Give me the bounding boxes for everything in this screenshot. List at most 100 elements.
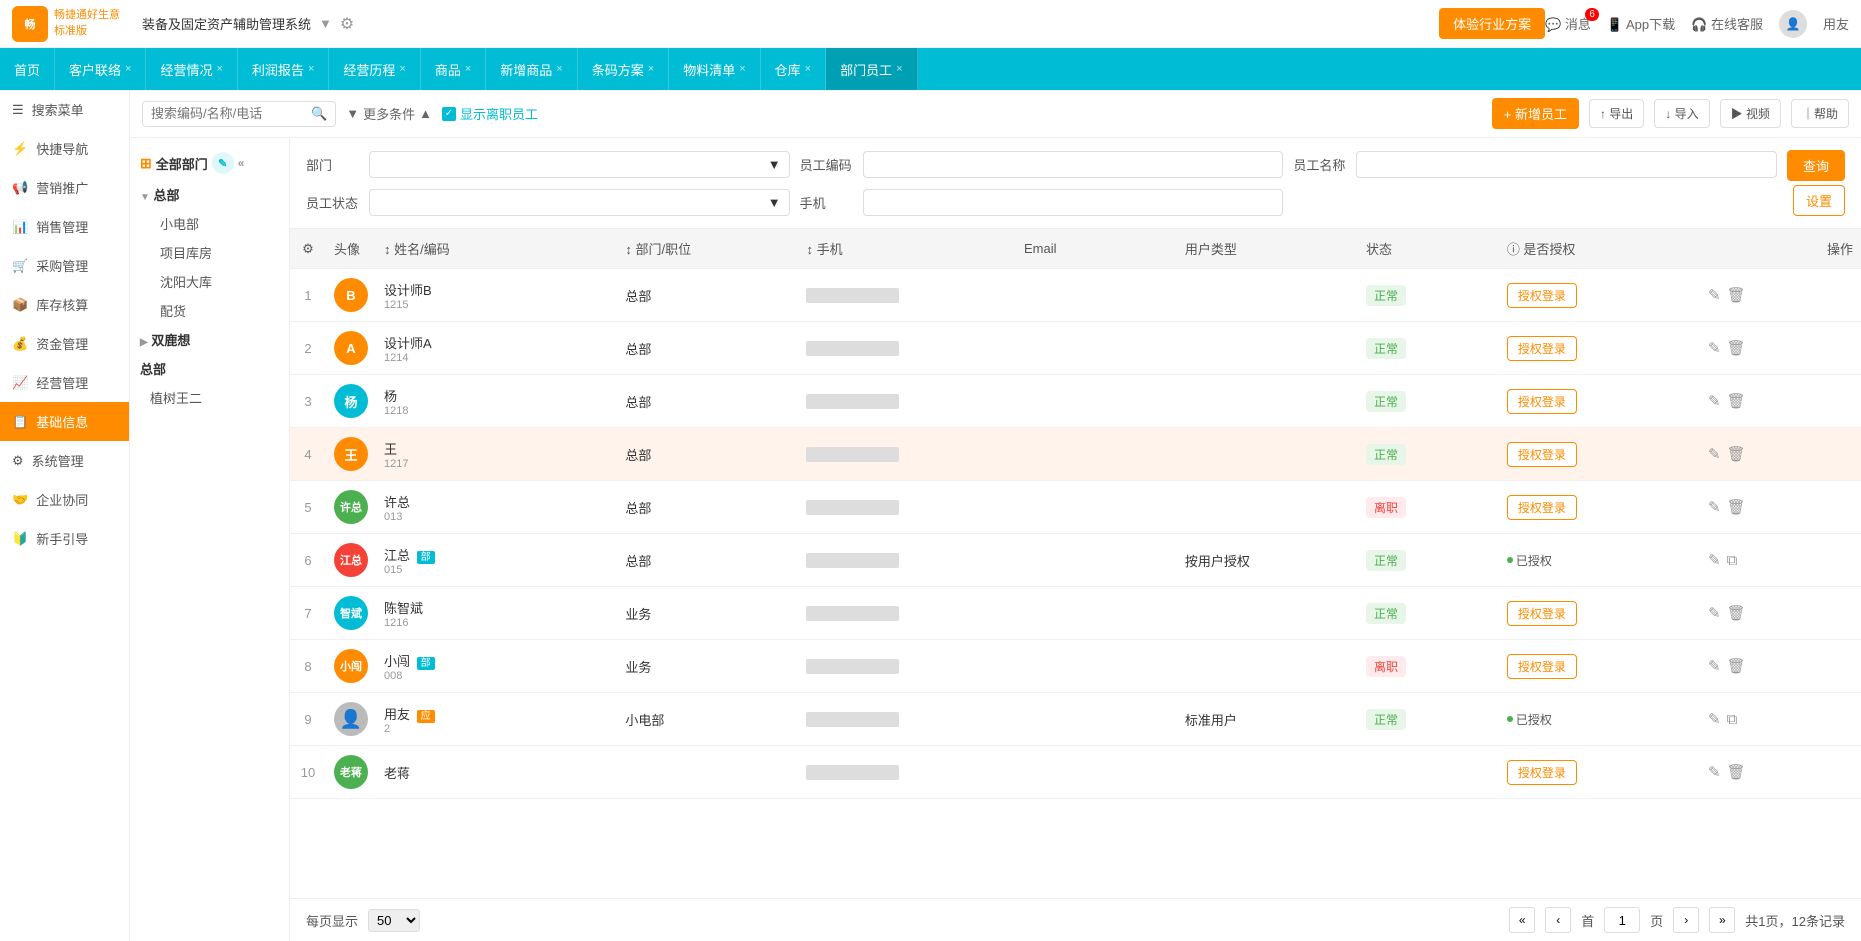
status-select[interactable]: ▼ [369, 189, 790, 216]
filter-btn[interactable]: ▼ 更多条件 ▲ [346, 104, 432, 123]
auth-btn[interactable]: 授权登录 [1507, 760, 1577, 785]
sidebar-item-inventory[interactable]: 📦 库存核算 [0, 285, 129, 324]
auth-btn[interactable]: 授权登录 [1507, 389, 1577, 414]
dept-item-zongbu2[interactable]: 总部 [130, 354, 289, 383]
add-employee-button[interactable]: + 新增员工 [1492, 98, 1579, 129]
video-button[interactable]: ▶ 视频 [1720, 99, 1781, 128]
page-size-select[interactable]: 50 100 [368, 909, 420, 932]
nav-tab-journey[interactable]: 经营历程 × [329, 48, 420, 90]
auth-btn[interactable]: 授权登录 [1507, 336, 1577, 361]
col-dept[interactable]: ↕ 部门/职位 [617, 229, 798, 269]
empname-input[interactable] [1356, 151, 1777, 178]
trial-button[interactable]: 体验行业方案 [1439, 8, 1545, 39]
sidebar-item-system[interactable]: ⚙ 系统管理 [0, 441, 129, 480]
export-button[interactable]: ↑ 导出 [1589, 99, 1644, 128]
nav-tab-add-goods[interactable]: 新增商品 × [486, 48, 577, 90]
sidebar-item-guide[interactable]: 🔰 新手引导 [0, 519, 129, 558]
dept-item-peihuo[interactable]: 配货 [130, 296, 289, 325]
sidebar-item-enterprise[interactable]: 🤝 企业协同 [0, 480, 129, 519]
last-page-btn[interactable]: » [1709, 907, 1735, 933]
prev-page-btn[interactable]: ‹ [1545, 907, 1571, 933]
dept-select[interactable]: ▼ [369, 151, 790, 178]
dept-item-xiaodian[interactable]: 小电部 [130, 209, 289, 238]
edit-icon[interactable]: ✎ [1708, 445, 1721, 463]
dropdown-icon[interactable]: ▼ [319, 16, 332, 31]
search-icon[interactable]: 🔍 [311, 106, 327, 122]
help-button[interactable]: ｜帮助 [1791, 99, 1849, 128]
edit-icon[interactable]: ✎ [1708, 657, 1721, 675]
sidebar-item-mgmt[interactable]: 📈 经营管理 [0, 363, 129, 402]
nav-tab-barcode[interactable]: 条码方案 × [578, 48, 669, 90]
row-op: ✎🗑 [1700, 375, 1861, 428]
nav-tab-profit[interactable]: 利润报告 × [238, 48, 329, 90]
sidebar-item-finance[interactable]: 💰 资金管理 [0, 324, 129, 363]
empcode-input[interactable] [863, 151, 1284, 178]
edit-icon[interactable]: ✎ [1708, 551, 1721, 569]
sidebar-item-quicknav[interactable]: ⚡ 快捷导航 [0, 129, 129, 168]
online-service-link[interactable]: 🎧 在线客服 [1691, 14, 1763, 33]
app-download-link[interactable]: 📱 App下载 [1607, 14, 1675, 33]
delete-icon[interactable]: 🗑 [1727, 445, 1746, 463]
edit-icon[interactable]: ✎ [1708, 286, 1721, 304]
search-input[interactable] [151, 106, 311, 121]
nav-tab-goods[interactable]: 商品 × [421, 48, 486, 90]
copy-icon[interactable]: ⧉ [1727, 711, 1738, 728]
edit-icon[interactable]: ✎ [1708, 392, 1721, 410]
sidebar-item-purchase[interactable]: 🛒 采购管理 [0, 246, 129, 285]
sales-icon: 📊 [12, 219, 28, 235]
sidebar-item-basic[interactable]: 📋 基础信息 [0, 402, 129, 441]
dept-item-project[interactable]: 项目库房 [130, 238, 289, 267]
edit-icon[interactable]: ✎ [1708, 710, 1721, 728]
first-page-btn[interactable]: « [1509, 907, 1535, 933]
dept-item-zongbu[interactable]: ▼ 总部 [130, 180, 289, 209]
dept-edit-icon[interactable]: ✎ [212, 152, 234, 174]
sidebar-item-search[interactable]: ☰ 搜索菜单 [0, 90, 129, 129]
nav-tab-operations[interactable]: 经营情况 × [146, 48, 237, 90]
delete-icon[interactable]: 🗑 [1727, 286, 1746, 304]
col-name[interactable]: ↕ 姓名/编码 [376, 229, 617, 269]
import-button[interactable]: ↓ 导入 [1654, 99, 1709, 128]
copy-icon[interactable]: ⧉ [1727, 552, 1738, 569]
nav-tab-employee[interactable]: 部门员工 × [826, 48, 917, 90]
delete-icon[interactable]: 🗑 [1727, 763, 1746, 781]
msg-icon-wrap[interactable]: 💬 消息 6 [1545, 14, 1591, 33]
dept-item-zhishu[interactable]: 植树王二 [130, 383, 289, 412]
edit-icon[interactable]: ✎ [1708, 339, 1721, 357]
sidebar-item-sales[interactable]: 📊 销售管理 [0, 207, 129, 246]
settings-icon[interactable]: ⚙ [340, 14, 354, 34]
dept-item-shuanglu[interactable]: ▶ 双鹿想 [130, 325, 289, 354]
row-auth: 已授权 [1499, 534, 1700, 587]
nav-tab-bom[interactable]: 物料清单 × [669, 48, 760, 90]
next-page-btn[interactable]: › [1673, 907, 1699, 933]
row-email [1016, 322, 1177, 375]
phone-input[interactable] [863, 189, 1284, 216]
auth-btn[interactable]: 授权登录 [1507, 442, 1577, 467]
edit-icon[interactable]: ✎ [1708, 604, 1721, 622]
delete-icon[interactable]: 🗑 [1727, 392, 1746, 410]
query-button[interactable]: 查询 [1787, 150, 1845, 181]
delete-icon[interactable]: 🗑 [1727, 604, 1746, 622]
edit-icon[interactable]: ✎ [1708, 763, 1721, 781]
row-phone: ██████████ [798, 428, 1016, 481]
edit-icon[interactable]: ✎ [1708, 498, 1721, 516]
setting-button[interactable]: 设置 [1793, 185, 1845, 216]
nav-tab-home[interactable]: 首页 [0, 48, 55, 90]
auth-btn[interactable]: 授权登录 [1507, 601, 1577, 626]
auth-btn[interactable]: 授权登录 [1507, 495, 1577, 520]
nav-tab-customer[interactable]: 客户联络 × [55, 48, 146, 90]
page-number-input[interactable] [1604, 907, 1640, 933]
col-phone[interactable]: ↕ 手机 [798, 229, 1016, 269]
dept-filter-label: 部门 [306, 155, 361, 174]
col-setting[interactable]: ⚙ [290, 229, 326, 269]
sidebar-item-marketing[interactable]: 📢 营销推广 [0, 168, 129, 207]
nav-tab-warehouse[interactable]: 仓库 × [761, 48, 826, 90]
delete-icon[interactable]: 🗑 [1727, 339, 1746, 357]
delete-icon[interactable]: 🗑 [1727, 498, 1746, 516]
delete-icon[interactable]: 🗑 [1727, 657, 1746, 675]
auth-btn[interactable]: 授权登录 [1507, 283, 1577, 308]
dept-collapse-icon[interactable]: « [238, 156, 245, 170]
dept-item-shenyang[interactable]: 沈阳大库 [130, 267, 289, 296]
auth-btn[interactable]: 授权登录 [1507, 654, 1577, 679]
row-op: ✎🗑 [1700, 481, 1861, 534]
show-resigned-checkbox[interactable]: ✓ 显示离职员工 [442, 104, 538, 123]
